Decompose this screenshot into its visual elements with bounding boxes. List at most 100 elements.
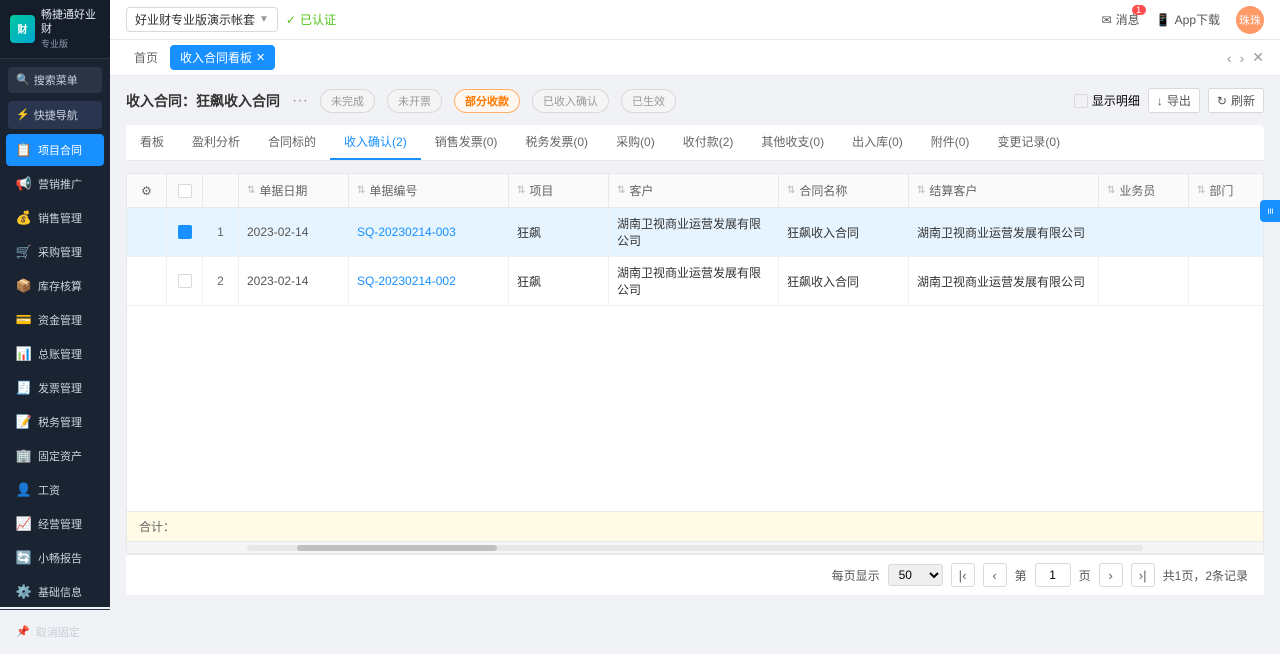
next-tab-button[interactable]: › bbox=[1240, 49, 1245, 66]
sidebar-item-report[interactable]: 🔄 小畅报告 bbox=[6, 542, 104, 574]
subtab-other-income[interactable]: 其他收支(0) bbox=[747, 125, 838, 160]
td-order-num-2[interactable]: SQ-20230214-002 bbox=[349, 257, 509, 305]
home-tab[interactable]: 首页 bbox=[126, 45, 166, 70]
search-menu-button[interactable]: 🔍 搜索菜单 bbox=[8, 67, 102, 93]
first-page-button[interactable]: |‹ bbox=[951, 563, 975, 587]
message-button[interactable]: ✉ 1 消息 bbox=[1102, 11, 1140, 28]
td-num-1: 1 bbox=[203, 208, 239, 256]
td-checkbox-2[interactable] bbox=[167, 257, 203, 305]
contract-header: 收入合同：狂飙收入合同 ··· 未完成 未开票 部分收款 已收入确认 已生效 显… bbox=[126, 88, 1264, 113]
header-checkbox[interactable] bbox=[178, 184, 192, 198]
funds-icon: 💳 bbox=[16, 312, 32, 328]
prev-page-button[interactable]: ‹ bbox=[983, 563, 1007, 587]
certified-check-icon: ✓ bbox=[286, 13, 296, 27]
company-selector[interactable]: 好业财专业版演示帐套 ▼ bbox=[126, 7, 278, 32]
sidebar-item-purchase[interactable]: 🛒 采购管理 bbox=[6, 236, 104, 268]
page-content: 收入合同：狂飙收入合同 ··· 未完成 未开票 部分收款 已收入确认 已生效 显… bbox=[110, 76, 1280, 607]
subtab-payment[interactable]: 收付款(2) bbox=[669, 125, 748, 160]
last-page-button[interactable]: ›| bbox=[1131, 563, 1155, 587]
show-detail-checkbox[interactable]: 显示明细 bbox=[1074, 88, 1140, 113]
table-row[interactable]: 1 2023-02-14 SQ-20230214-003 狂飙 湖南卫视商业运营… bbox=[127, 208, 1263, 257]
subtab-income-confirm[interactable]: 收入确认(2) bbox=[330, 125, 421, 160]
td-customer-2: 湖南卫视商业运营发展有限公司 bbox=[609, 257, 779, 305]
row-checkbox-2[interactable] bbox=[178, 274, 192, 288]
tabbar: 首页 收入合同看板 ✕ ‹ › ✕ bbox=[110, 40, 1280, 76]
unpin-button[interactable]: 📌 取消固定 bbox=[8, 618, 102, 646]
th-date[interactable]: ⇅ 单据日期 bbox=[239, 174, 349, 207]
sidebar-item-funds[interactable]: 💳 资金管理 bbox=[6, 304, 104, 336]
prev-tab-button[interactable]: ‹ bbox=[1227, 49, 1232, 66]
scrollbar-track[interactable] bbox=[247, 545, 1143, 551]
next-page-button[interactable]: › bbox=[1099, 563, 1123, 587]
sidebar-item-project[interactable]: 📋 项目合同 bbox=[6, 134, 104, 166]
order-link-1[interactable]: SQ-20230214-003 bbox=[357, 225, 456, 239]
sidebar-item-invoice[interactable]: 🧾 发票管理 bbox=[6, 372, 104, 404]
subtab-tax-invoice[interactable]: 税务发票(0) bbox=[511, 125, 602, 160]
subtab-purchase[interactable]: 采购(0) bbox=[602, 125, 669, 160]
th-contract[interactable]: ⇅ 合同名称 bbox=[779, 174, 909, 207]
sidebar-item-inventory[interactable]: 📦 库存核算 bbox=[6, 270, 104, 302]
per-page-select[interactable]: 50 100 200 bbox=[888, 564, 943, 586]
purchase-icon: 🛒 bbox=[16, 244, 32, 260]
sidebar-item-operations[interactable]: 📈 经营管理 bbox=[6, 508, 104, 540]
th-salesperson[interactable]: ⇅ 业务员 bbox=[1099, 174, 1189, 207]
page-number-input[interactable]: 1 bbox=[1035, 563, 1071, 587]
app-download-button[interactable]: 📱 App下载 bbox=[1156, 11, 1220, 28]
right-panel-button[interactable]: ≡ bbox=[1260, 200, 1280, 222]
close-all-tabs-button[interactable]: ✕ bbox=[1252, 49, 1264, 66]
sales-icon: 💰 bbox=[16, 210, 32, 226]
horizontal-scrollbar[interactable] bbox=[127, 541, 1263, 553]
total-info: 共1页，2条记录 bbox=[1163, 567, 1248, 584]
order-link-2[interactable]: SQ-20230214-002 bbox=[357, 274, 456, 288]
close-tab-icon[interactable]: ✕ bbox=[256, 51, 265, 64]
settings-icon[interactable]: ⚙ bbox=[141, 184, 152, 198]
th-order-num[interactable]: ⇅ 单据编号 bbox=[349, 174, 509, 207]
subtab-profit[interactable]: 盈利分析 bbox=[178, 125, 254, 160]
sidebar-item-fixed[interactable]: 🏢 固定资产 bbox=[6, 440, 104, 472]
table-row[interactable]: 2 2023-02-14 SQ-20230214-002 狂飙 湖南卫视商业运营… bbox=[127, 257, 1263, 306]
status-confirmed-btn[interactable]: 已收入确认 bbox=[532, 89, 609, 113]
status-incomplete-btn[interactable]: 未完成 bbox=[320, 89, 375, 113]
fixed-icon: 🏢 bbox=[16, 448, 32, 464]
subtab-contract-std[interactable]: 合同标的 bbox=[254, 125, 330, 160]
tab-nav: ‹ › ✕ bbox=[1227, 49, 1264, 66]
show-detail-cb-box[interactable] bbox=[1074, 94, 1088, 108]
subtab-attachment[interactable]: 附件(0) bbox=[917, 125, 984, 160]
subtab-sales-invoice[interactable]: 销售发票(0) bbox=[421, 125, 512, 160]
td-settings-2 bbox=[127, 257, 167, 305]
scrollbar-thumb[interactable] bbox=[297, 545, 497, 551]
subtab-out-in[interactable]: 出入库(0) bbox=[838, 125, 917, 160]
more-options-icon[interactable]: ··· bbox=[292, 92, 308, 110]
th-result-customer[interactable]: ⇅ 结算客户 bbox=[909, 174, 1099, 207]
quick-nav-button[interactable]: ⚡ 快捷导航 bbox=[8, 101, 102, 129]
sidebar-item-labor[interactable]: 👤 工资 bbox=[6, 474, 104, 506]
sidebar-item-marketing[interactable]: 📢 营销推广 bbox=[6, 168, 104, 200]
labor-icon: 👤 bbox=[16, 482, 32, 498]
current-tab[interactable]: 收入合同看板 ✕ bbox=[170, 45, 275, 70]
th-customer[interactable]: ⇅ 客户 bbox=[609, 174, 779, 207]
user-avatar[interactable]: 珠珠 bbox=[1236, 6, 1264, 34]
sidebar-item-general[interactable]: 📊 总账管理 bbox=[6, 338, 104, 370]
status-partial-btn[interactable]: 部分收款 bbox=[454, 89, 520, 113]
th-checkbox[interactable] bbox=[167, 174, 203, 207]
td-order-num-1[interactable]: SQ-20230214-003 bbox=[349, 208, 509, 256]
refresh-button[interactable]: ↻ 刷新 bbox=[1208, 88, 1264, 113]
th-project[interactable]: ⇅ 项目 bbox=[509, 174, 609, 207]
sidebar-item-sales[interactable]: 💰 销售管理 bbox=[6, 202, 104, 234]
status-uninvoiced-btn[interactable]: 未开票 bbox=[387, 89, 442, 113]
subtab-kanban[interactable]: 看板 bbox=[126, 125, 178, 160]
sidebar-item-basic[interactable]: ⚙️ 基础信息 bbox=[6, 576, 104, 608]
status-effective-btn[interactable]: 已生效 bbox=[621, 89, 676, 113]
th-department[interactable]: ⇅ 部门 bbox=[1189, 174, 1264, 207]
subtab-change-log[interactable]: 变更记录(0) bbox=[983, 125, 1074, 160]
main-content: 好业财专业版演示帐套 ▼ ✓ 已认证 ✉ 1 消息 📱 App下载 珠珠 bbox=[110, 0, 1280, 607]
sidebar-item-tax[interactable]: 📝 税务管理 bbox=[6, 406, 104, 438]
row-checkbox-1[interactable] bbox=[178, 225, 192, 239]
certified-badge: ✓ 已认证 bbox=[286, 11, 336, 28]
basic-icon: ⚙️ bbox=[16, 584, 32, 600]
td-customer-1: 湖南卫视商业运营发展有限公司 bbox=[609, 208, 779, 256]
td-checkbox-1[interactable] bbox=[167, 208, 203, 256]
export-button[interactable]: ↓ 导出 bbox=[1148, 88, 1200, 113]
th-settings[interactable]: ⚙ bbox=[127, 174, 167, 207]
topbar-left: 好业财专业版演示帐套 ▼ ✓ 已认证 bbox=[126, 7, 336, 32]
